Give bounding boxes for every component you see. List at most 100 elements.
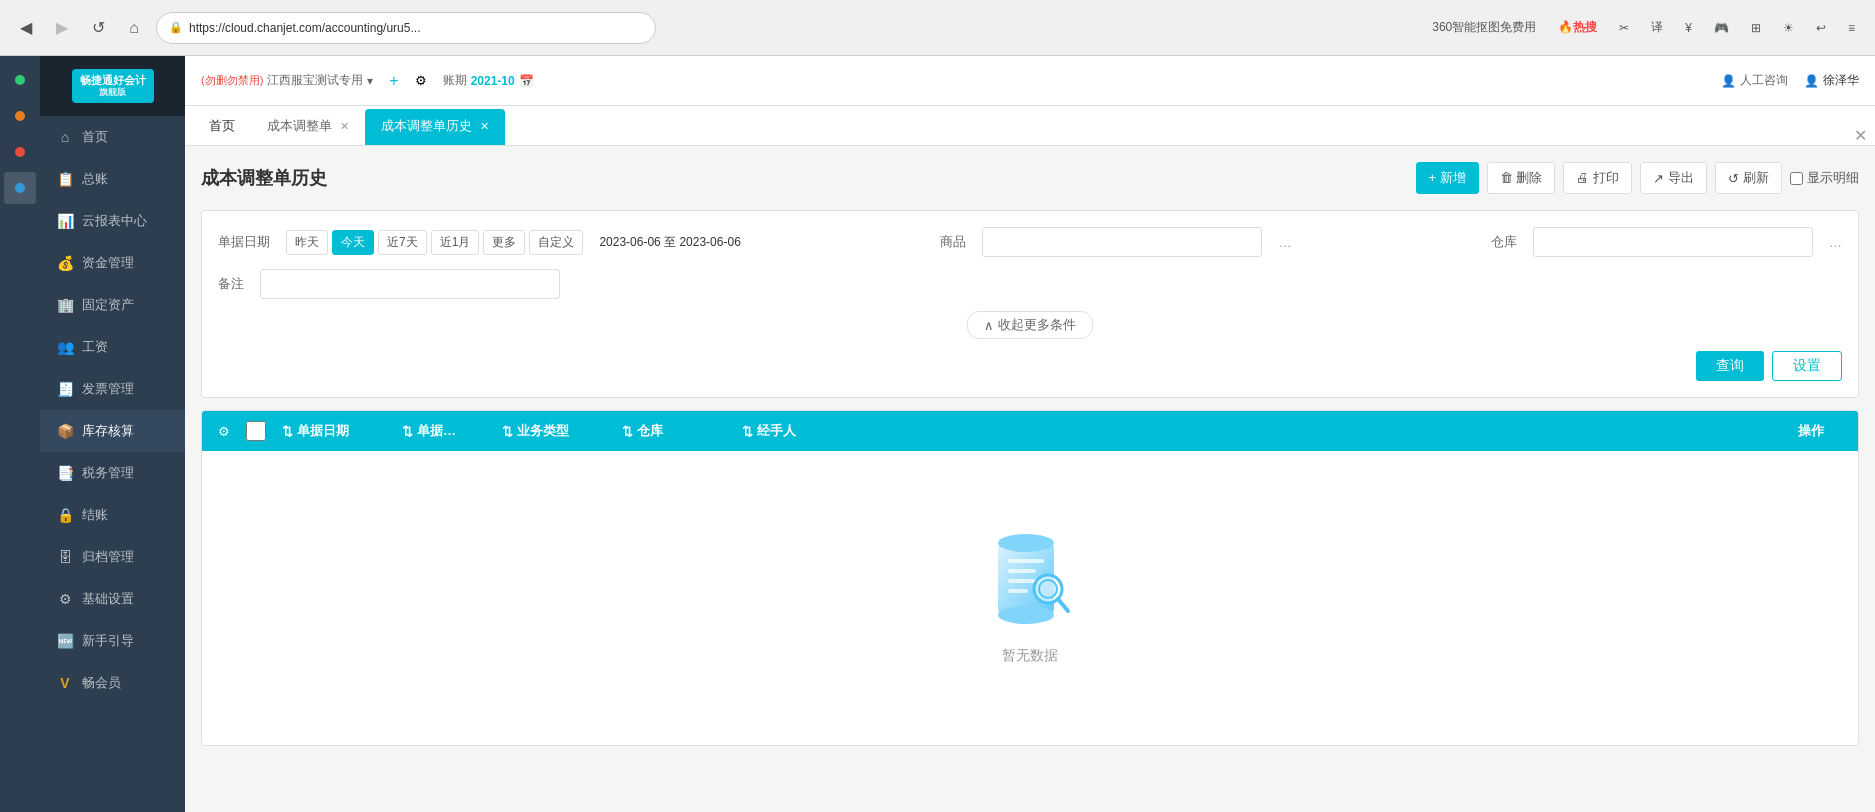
logo-box: 畅捷通好会计 旗舰版 — [72, 69, 154, 103]
translate-tool[interactable]: 译 — [1643, 17, 1671, 38]
note-filter-input[interactable] — [260, 269, 560, 299]
sidebar-label-guide: 新手引导 — [82, 632, 134, 650]
export-button[interactable]: ↗ 导出 — [1640, 162, 1707, 194]
sidebar-item-member[interactable]: V 畅会员 — [40, 662, 185, 704]
warehouse-more-icon[interactable]: … — [1829, 235, 1842, 250]
col-header-biztype[interactable]: ⇅ 业务类型 — [494, 422, 614, 440]
delete-button[interactable]: 🗑 删除 — [1487, 162, 1556, 194]
scissors-tool[interactable]: ✂ — [1611, 19, 1637, 37]
col-header-actions: 操作 — [1790, 422, 1850, 440]
sidebar-item-fixed-assets[interactable]: 🏢 固定资产 — [40, 284, 185, 326]
sidebar-label-closing: 结账 — [82, 506, 108, 524]
menu-tool[interactable]: ≡ — [1840, 19, 1863, 37]
custom-btn[interactable]: 自定义 — [529, 230, 583, 255]
tab-cost-adj-hist-label: 成本调整单历史 — [381, 117, 472, 135]
col-header-warehouse[interactable]: ⇅ 仓库 — [614, 422, 734, 440]
new-button[interactable]: + 新增 — [1416, 162, 1479, 194]
col-header-operator[interactable]: ⇅ 经手人 — [734, 422, 854, 440]
funds-icon: 💰 — [56, 255, 74, 271]
7days-btn[interactable]: 近7天 — [378, 230, 427, 255]
strip-item-4[interactable] — [4, 172, 36, 204]
table-header: ⚙ ⇅ 单据日期 ⇅ 单据… ⇅ 业务类型 ⇅ — [202, 411, 1858, 451]
tab-cost-adj-close[interactable]: ✕ — [340, 120, 349, 133]
collapse-button[interactable]: ∧ 收起更多条件 — [967, 311, 1093, 339]
yesterday-btn[interactable]: 昨天 — [286, 230, 328, 255]
col-voucher-label: 单据… — [417, 422, 456, 440]
svg-point-9 — [1039, 580, 1057, 598]
sidebar-item-reports[interactable]: 📊 云报表中心 — [40, 200, 185, 242]
wallet-tool[interactable]: ¥ — [1677, 19, 1700, 37]
show-detail-check[interactable] — [1790, 172, 1803, 185]
strip-item-1[interactable] — [4, 64, 36, 96]
tab-cost-adj[interactable]: 成本调整单 ✕ — [251, 109, 365, 145]
query-button[interactable]: 查询 — [1696, 351, 1764, 381]
tab-home[interactable]: 首页 — [193, 109, 251, 145]
period-info: 账期 2021-10 📅 — [443, 72, 534, 89]
address-bar[interactable]: 🔒 https://cloud.chanjet.com/accounting/u… — [156, 12, 656, 44]
forward-button[interactable]: ▶ — [48, 14, 76, 42]
sidebar-item-payroll[interactable]: 👥 工资 — [40, 326, 185, 368]
show-detail-checkbox[interactable]: 显示明细 — [1790, 169, 1859, 187]
user-avatar-icon: 👤 — [1804, 74, 1819, 88]
period-value: 2021-10 — [471, 74, 515, 88]
strip-item-3[interactable] — [4, 136, 36, 168]
tab-cost-adj-hist-close[interactable]: ✕ — [480, 120, 489, 133]
1month-btn[interactable]: 近1月 — [431, 230, 480, 255]
sidebar-item-funds[interactable]: 💰 资金管理 — [40, 242, 185, 284]
filter-settings-button[interactable]: 设置 — [1772, 351, 1842, 381]
sidebar-item-settings[interactable]: ⚙ 基础设置 — [40, 578, 185, 620]
refresh-button[interactable]: ↺ 刷新 — [1715, 162, 1782, 194]
sidebar-item-home[interactable]: ⌂ 首页 — [40, 116, 185, 158]
game-tool[interactable]: 🎮 — [1706, 19, 1737, 37]
company-selector[interactable]: (勿删勿禁用) 江西服宝测试专用 ▾ — [201, 72, 373, 89]
ledger-icon: 📋 — [56, 171, 74, 187]
sidebar-label-inventory: 库存核算 — [82, 422, 134, 440]
home-button[interactable]: ⌂ — [120, 14, 148, 42]
add-company-icon[interactable]: + — [389, 72, 398, 90]
company-name: 江西服宝测试专用 — [267, 72, 363, 89]
member-icon: V — [56, 675, 74, 691]
print-button[interactable]: 🖨 打印 — [1563, 162, 1632, 194]
back-button[interactable]: ◀ — [12, 14, 40, 42]
hot-search[interactable]: 🔥热搜 — [1550, 17, 1605, 38]
product-filter-input[interactable] — [982, 227, 1262, 257]
svg-point-3 — [998, 606, 1054, 624]
today-btn[interactable]: 今天 — [332, 230, 374, 255]
app-frame: 畅捷通好会计 旗舰版 ⌂ 首页 📋 总账 📊 云报表中心 💰 资金管理 � — [0, 56, 1875, 812]
icon-strip — [0, 56, 40, 812]
calendar-icon[interactable]: 📅 — [519, 74, 534, 88]
sidebar-item-guide[interactable]: 🆕 新手引导 — [40, 620, 185, 662]
search-tool[interactable]: 360智能抠图免费用 — [1424, 17, 1544, 38]
tab-cost-adj-hist[interactable]: 成本调整单历史 ✕ — [365, 109, 505, 145]
strip-item-2[interactable] — [4, 100, 36, 132]
top-bar: (勿删勿禁用) 江西服宝测试专用 ▾ + ⚙ 账期 2021-10 📅 👤 人工… — [185, 56, 1875, 106]
archive-icon: 🗄 — [56, 549, 74, 565]
undo-tool[interactable]: ↩ — [1808, 19, 1834, 37]
user-info[interactable]: 👤 徐泽华 — [1804, 72, 1859, 89]
export-icon: ↗ — [1653, 171, 1664, 186]
select-all-checkbox[interactable] — [246, 421, 266, 441]
sidebar-item-ledger[interactable]: 📋 总账 — [40, 158, 185, 200]
company-settings-icon[interactable]: ⚙ — [415, 73, 427, 88]
refresh-button[interactable]: ↺ — [84, 14, 112, 42]
sidebar-item-tax[interactable]: 📑 税务管理 — [40, 452, 185, 494]
sidebar-label-funds: 资金管理 — [82, 254, 134, 272]
more-btn[interactable]: 更多 — [483, 230, 525, 255]
sidebar-item-closing[interactable]: 🔒 结账 — [40, 494, 185, 536]
sidebar-item-archive[interactable]: 🗄 归档管理 — [40, 536, 185, 578]
sidebar-item-invoice[interactable]: 🧾 发票管理 — [40, 368, 185, 410]
user-name: 徐泽华 — [1823, 72, 1859, 89]
table-settings-icon[interactable]: ⚙ — [210, 417, 238, 445]
col-header-voucher[interactable]: ⇅ 单据… — [394, 422, 494, 440]
grid-tool[interactable]: ⊞ — [1743, 19, 1769, 37]
consultant-button[interactable]: 👤 人工咨询 — [1721, 72, 1788, 89]
window-close-button[interactable]: ✕ — [1854, 126, 1867, 145]
product-more-icon[interactable]: … — [1278, 235, 1291, 250]
warehouse-filter-input[interactable] — [1533, 227, 1813, 257]
sidebar-item-inventory[interactable]: 📦 库存核算 — [40, 410, 185, 452]
tab-bar: 首页 成本调整单 ✕ 成本调整单历史 ✕ ✕ — [185, 106, 1875, 146]
brightness-tool[interactable]: ☀ — [1775, 19, 1802, 37]
company-warning: (勿删勿禁用) — [201, 73, 263, 88]
date-range-display: 2023-06-06 至 2023-06-06 — [599, 234, 740, 251]
col-header-date[interactable]: ⇅ 单据日期 — [274, 422, 394, 440]
